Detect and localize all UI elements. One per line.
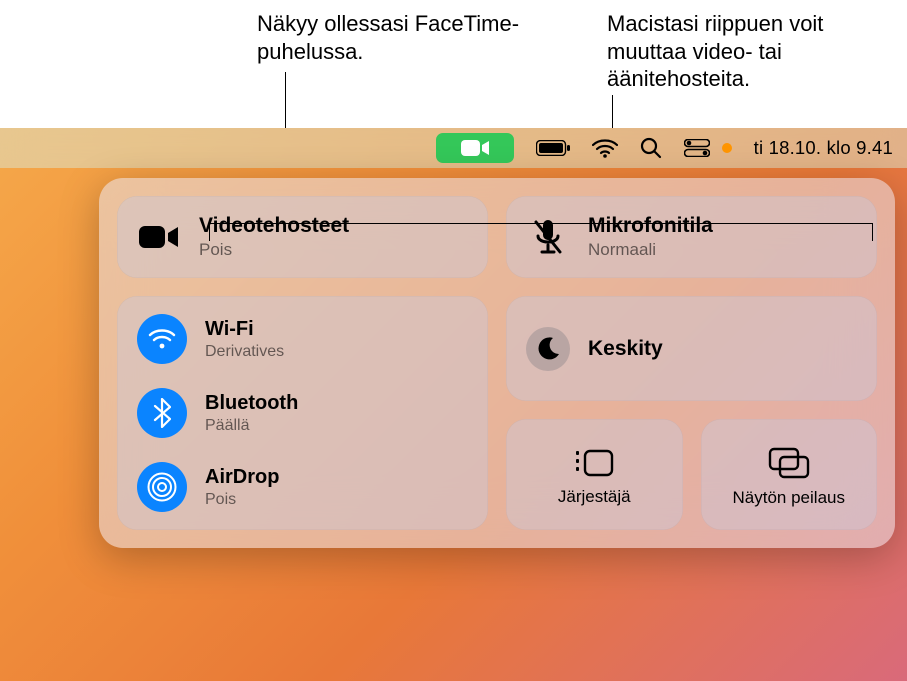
video-camera-icon — [138, 223, 180, 251]
battery-icon[interactable] — [536, 140, 570, 156]
menubar: ti 18.10. klo 9.41 — [0, 128, 907, 168]
menubar-datetime[interactable]: ti 18.10. klo 9.41 — [754, 137, 893, 159]
callout-region: Näkyy ollessasi FaceTime-puhelussa. Maci… — [0, 0, 907, 128]
control-center-icon[interactable] — [684, 139, 710, 157]
right-column: Keskity Järjestäjä Näytön peilaus — [506, 296, 877, 530]
mic-mode-status: Normaali — [588, 240, 713, 260]
focus-tile[interactable]: Keskity — [506, 296, 877, 401]
moon-icon — [535, 336, 561, 362]
wifi-status: Derivatives — [205, 343, 284, 361]
wifi-icon — [148, 328, 176, 350]
callout-bracket — [209, 223, 873, 241]
stage-manager-label: Järjestäjä — [558, 487, 631, 507]
screen-mirroring-label: Näytön peilaus — [733, 488, 845, 508]
desktop: ti 18.10. klo 9.41 Videotehosteet Pois M… — [0, 128, 907, 681]
screen-mirroring-tile[interactable]: Näytön peilaus — [701, 419, 878, 530]
video-camera-icon — [460, 138, 490, 158]
focus-title: Keskity — [588, 337, 663, 361]
video-effects-status: Pois — [199, 240, 349, 260]
connectivity-tile: Wi-Fi Derivatives Bluetooth Päällä Air — [117, 296, 488, 530]
callout-effects: Macistasi riippuen voit muuttaa video- t… — [607, 10, 867, 128]
screen-mirroring-icon — [767, 446, 811, 480]
privacy-indicator-dot — [722, 143, 732, 153]
airdrop-status: Pois — [205, 491, 279, 509]
search-icon[interactable] — [640, 137, 662, 159]
bluetooth-toggle[interactable]: Bluetooth Päällä — [137, 388, 468, 438]
callout-facetime: Näkyy ollessasi FaceTime-puhelussa. — [257, 10, 537, 128]
bluetooth-title: Bluetooth — [205, 392, 298, 415]
facetime-active-indicator[interactable] — [436, 133, 514, 163]
stage-manager-icon — [573, 447, 615, 479]
airdrop-title: AirDrop — [205, 466, 279, 489]
airdrop-icon — [147, 472, 177, 502]
bluetooth-status: Päällä — [205, 417, 298, 435]
control-center-panel: Videotehosteet Pois Mikrofonitila Normaa… — [99, 178, 895, 548]
wifi-title: Wi-Fi — [205, 318, 284, 341]
bluetooth-icon — [153, 398, 171, 428]
stage-manager-tile[interactable]: Järjestäjä — [506, 419, 683, 530]
airdrop-toggle[interactable]: AirDrop Pois — [137, 462, 468, 512]
wifi-icon[interactable] — [592, 138, 618, 158]
wifi-toggle[interactable]: Wi-Fi Derivatives — [137, 314, 468, 364]
